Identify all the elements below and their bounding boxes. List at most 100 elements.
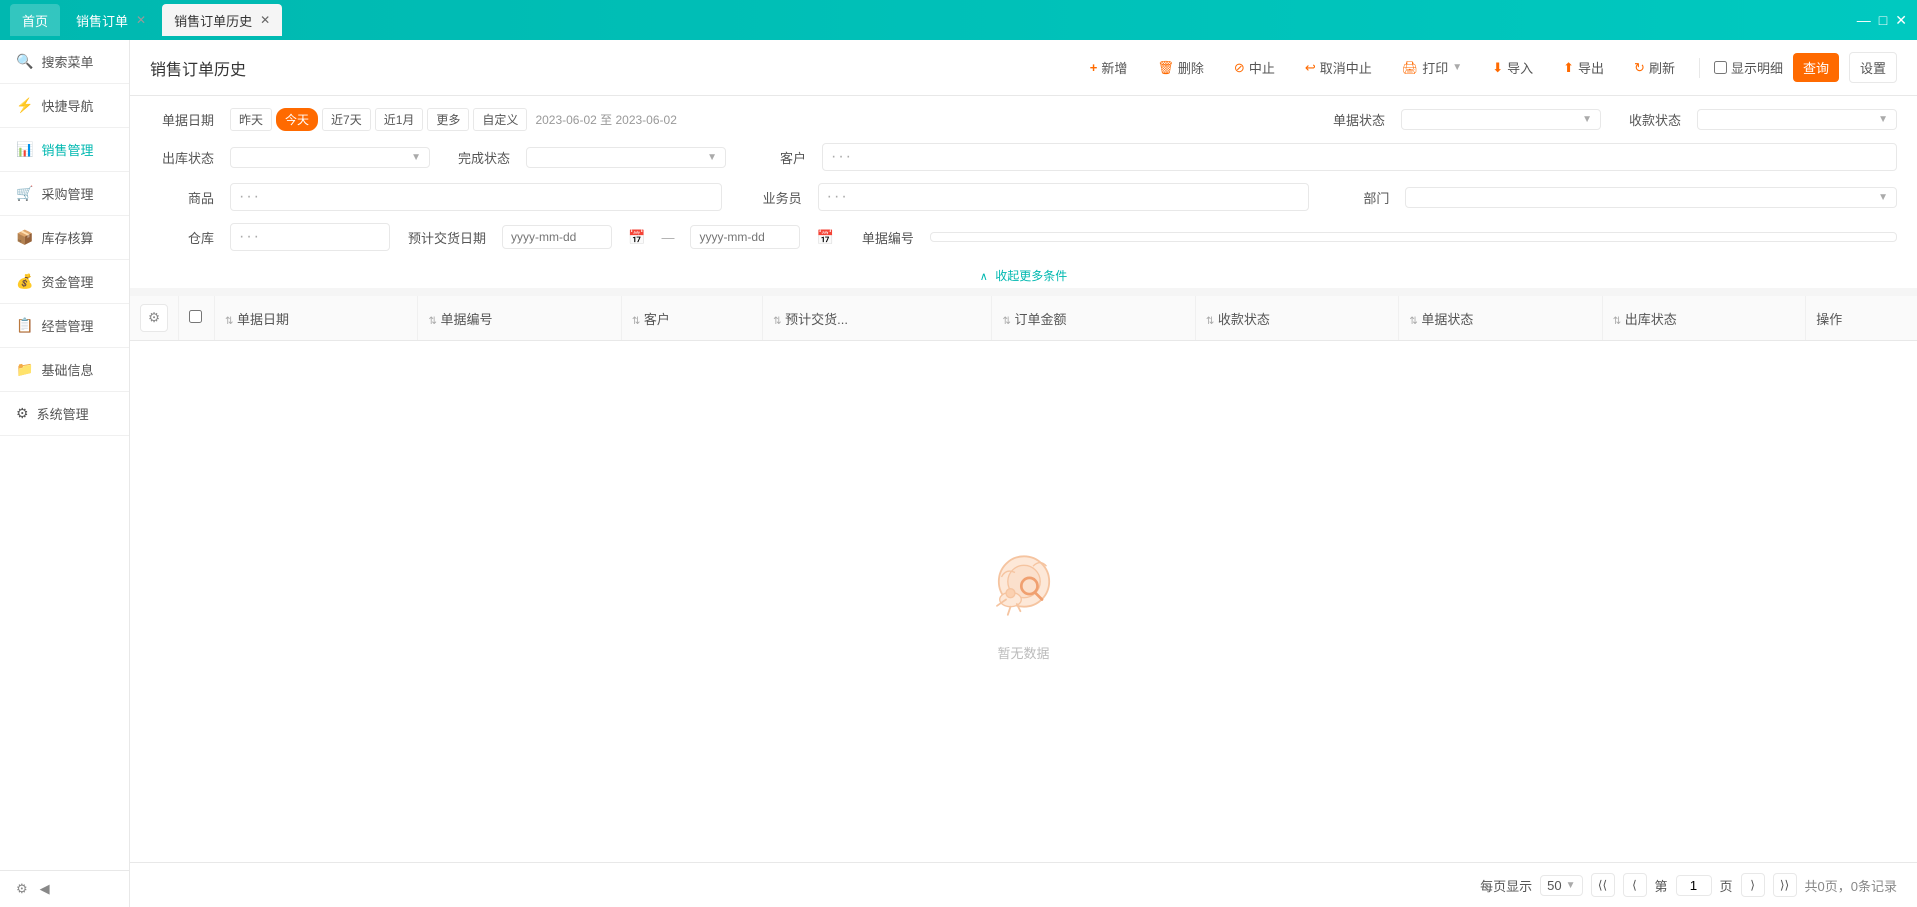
sidebar-item-inventory[interactable]: 📦 库存核算 [0,216,129,260]
collapse-icon: ∧ [980,271,988,283]
sidebar-item-basic-info[interactable]: 📁 基础信息 [0,348,129,392]
goods-label: 商品 [150,188,214,207]
display-toggle[interactable]: 显示明细 [1714,58,1783,77]
receipt-select[interactable]: ▼ [1697,109,1897,130]
new-button[interactable]: + 新增 [1080,53,1138,82]
cal-icon-start[interactable]: 📅 [628,229,645,246]
complete-label: 完成状态 [446,148,510,167]
outbound-select-arrow: ▼ [411,152,421,163]
page-size-value: 50 [1547,878,1561,893]
warehouse-input[interactable]: ··· [230,223,390,251]
sidebar-item-sales-mgmt[interactable]: 📊 销售管理 [0,128,129,172]
import-button[interactable]: ⬇ 导入 [1482,53,1543,82]
cancel-stop-button[interactable]: ↩ 取消中止 [1295,53,1382,82]
collapse-label: 收起更多条件 [995,269,1067,283]
page-size-label: 每页显示 [1480,876,1532,895]
customer-dots: ··· [831,148,853,166]
date-btn-last7[interactable]: 近7天 [322,108,371,131]
order-no-input[interactable] [930,232,1897,242]
delivery-label: 预计交货日期 [406,228,486,247]
warehouse-dots: ··· [239,228,261,246]
first-page-button[interactable]: ⟨⟨ [1591,873,1615,897]
delivery-date-start[interactable] [502,225,612,249]
sidebar-item-operations[interactable]: 📋 经营管理 [0,304,129,348]
cal-icon-end[interactable]: 📅 [816,229,833,246]
pagination-bar: 每页显示 50 ▼ ⟨⟨ ⟨ 第 页 ⟩ ⟩⟩ 共0页，0条记录 [130,862,1917,907]
date-btn-today[interactable]: 今天 [276,108,318,131]
data-table: ⚙ ⇅ 单据日期 ⇅ 单据编号 [130,296,1917,341]
sidebar-item-quick-nav[interactable]: ⚡ 快捷导航 [0,84,129,128]
outbound-label: 出库状态 [150,148,214,167]
refresh-icon: ↻ [1634,60,1645,76]
date-btn-custom[interactable]: 自定义 [473,108,527,131]
last-page-button[interactable]: ⟩⟩ [1773,873,1797,897]
page-size-select[interactable]: 50 ▼ [1540,875,1582,896]
th-date: ⇅ 单据日期 [215,296,418,341]
dept-select[interactable]: ▼ [1405,187,1897,208]
th-checkbox [179,296,215,341]
delivery-date-end[interactable] [690,225,800,249]
tab-home[interactable]: 首页 [10,4,60,36]
query-button[interactable]: 查询 [1793,53,1839,82]
sort-icon-no: ⇅ [428,316,436,327]
display-toggle-checkbox[interactable] [1714,61,1727,74]
next-page-button[interactable]: ⟩ [1741,873,1765,897]
filter-row-1: 单据日期 昨天 今天 近7天 近1月 更多 自定义 2023-06-02 至 2… [150,96,1897,131]
page-title: 销售订单历史 [150,56,246,80]
sidebar-item-purchase-mgmt[interactable]: 🛒 采购管理 [0,172,129,216]
stop-button[interactable]: ⊘ 中止 [1224,53,1285,82]
empty-text: 暂无数据 [997,643,1049,662]
refresh-button[interactable]: ↻ 刷新 [1624,53,1685,82]
print-button[interactable]: 🖨 打印 ▼ [1392,53,1472,82]
receipt-label: 收款状态 [1617,110,1681,129]
tab-sales-order[interactable]: 销售订单 ✕ [64,4,158,36]
tab-sales-history[interactable]: 销售订单历史 ✕ [162,4,282,36]
sidebar-item-system-mgmt[interactable]: ⚙ 系统管理 [0,392,129,436]
collapse-sidebar-icon[interactable]: ◀ [40,881,50,897]
total-text: 共0页，0条记录 [1805,876,1897,895]
close-icon[interactable]: ✕ [1895,12,1907,29]
sort-icon-receipt: ⇅ [1206,316,1214,327]
stop-icon: ⊘ [1234,60,1245,76]
export-button[interactable]: ⬆ 导出 [1553,53,1614,82]
collapse-row[interactable]: ∧ 收起更多条件 [150,263,1897,288]
complete-select[interactable]: ▼ [526,147,726,168]
tab-sales-history-close[interactable]: ✕ [260,13,270,27]
table-config-button[interactable]: ⚙ [140,304,168,332]
date-range: 2023-06-02 至 2023-06-02 [535,111,676,128]
status-select[interactable]: ▼ [1401,109,1601,130]
tab-sales-order-close[interactable]: ✕ [136,13,146,27]
page-label2: 页 [1720,876,1733,895]
date-btn-last1m[interactable]: 近1月 [375,108,424,131]
date-label: 单据日期 [150,110,214,129]
goods-dots: ··· [239,188,261,206]
goods-input[interactable]: ··· [230,183,722,211]
system-mgmt-icon: ⚙ [16,405,29,422]
prev-page-button[interactable]: ⟨ [1623,873,1647,897]
sidebar-item-search-menu[interactable]: 🔍 搜索菜单 [0,40,129,84]
settings-button[interactable]: 设置 [1849,52,1897,83]
sidebar: 🔍 搜索菜单 ⚡ 快捷导航 📊 销售管理 🛒 采购管理 📦 库存核算 💰 资金管… [0,40,130,907]
sidebar-item-quick-nav-label: 快捷导航 [41,96,93,115]
sidebar-item-inventory-label: 库存核算 [41,228,93,247]
maximize-icon[interactable]: □ [1879,12,1887,29]
empty-state: 暂无数据 [130,341,1917,862]
customer-input[interactable]: ··· [822,143,1897,171]
receipt-select-arrow: ▼ [1878,114,1888,125]
date-btn-yesterday[interactable]: 昨天 [230,108,272,131]
sidebar-item-finance[interactable]: 💰 资金管理 [0,260,129,304]
select-all-checkbox[interactable] [189,310,202,323]
sidebar-item-finance-label: 资金管理 [41,272,93,291]
date-btn-more[interactable]: 更多 [427,108,469,131]
display-toggle-label: 显示明细 [1731,58,1783,77]
settings-bottom-icon[interactable]: ⚙ [16,881,28,897]
salesperson-input[interactable]: ··· [818,183,1310,211]
outbound-select[interactable]: ▼ [230,147,430,168]
page-input[interactable] [1676,875,1712,896]
minimize-icon[interactable]: — [1857,12,1871,29]
page-header: 销售订单历史 + 新增 🗑 删除 ⊘ 中止 ↩ [130,40,1917,96]
delete-button[interactable]: 🗑 删除 [1147,53,1214,82]
cancel-stop-icon: ↩ [1305,60,1316,76]
th-delivery: ⇅ 预计交货... [763,296,992,341]
search-menu-icon: 🔍 [16,53,33,70]
